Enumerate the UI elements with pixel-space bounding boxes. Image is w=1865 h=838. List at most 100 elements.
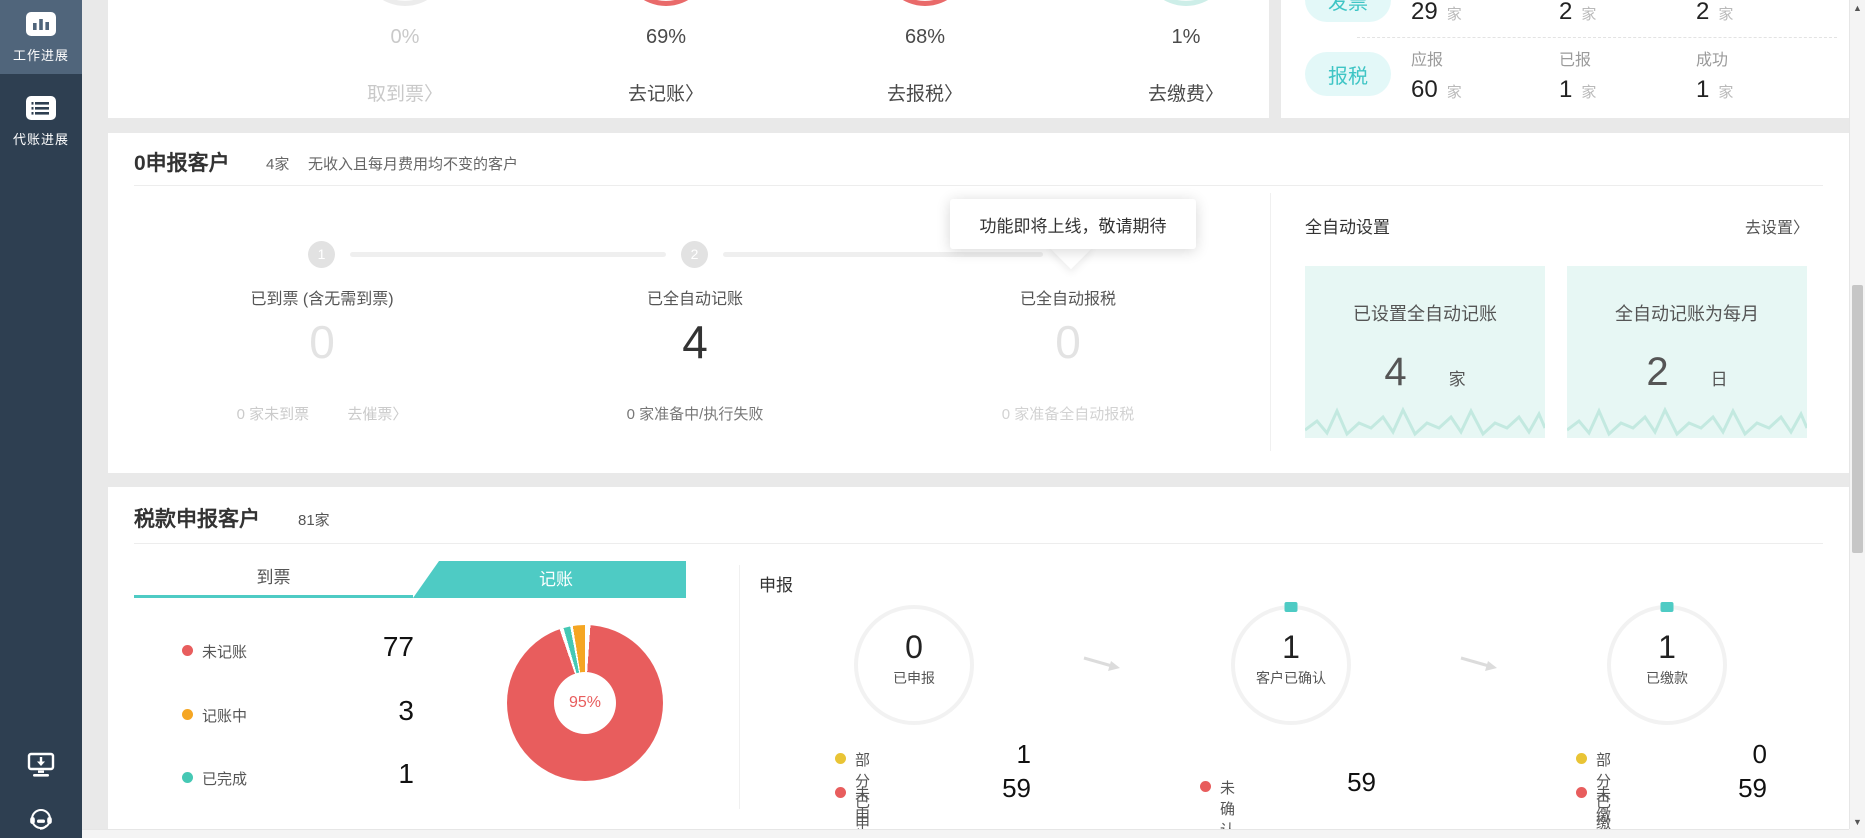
stat-tax-filing: 68% 去报税〉 bbox=[825, 0, 1025, 106]
percent-value: 69% bbox=[645, 26, 687, 48]
scroll-down-icon[interactable]: ▼ bbox=[1850, 817, 1865, 827]
cell-value: 60 bbox=[1411, 76, 1438, 103]
flow-label: 已缴款 bbox=[1646, 670, 1688, 686]
cell-value: 1 bbox=[1696, 76, 1710, 103]
urge-invoice-link[interactable]: 去催票〉 bbox=[347, 406, 407, 423]
summary-cell: 29 家 bbox=[1411, 0, 1541, 26]
legend-dot bbox=[1576, 753, 1587, 764]
go-bookkeeping-link[interactable]: 去记账〉 bbox=[628, 79, 704, 106]
section-count: 4家 bbox=[266, 156, 290, 173]
stat-fetch-invoice: 0% 取到票〉 bbox=[305, 0, 505, 106]
zero-declare-card: 0申报客户 4家 无收入且每月费用均不变的客户 1 2 功能即将上线，敬请期待 … bbox=[108, 133, 1849, 473]
summary-cell: 应报 60 家 bbox=[1411, 46, 1541, 104]
cell-unit: 家 bbox=[1581, 84, 1597, 101]
stat-bookkeeping: 69% 去记账〉 bbox=[566, 0, 766, 106]
legend-value: 0 bbox=[1752, 739, 1767, 769]
step-tick-icon bbox=[1284, 602, 1298, 612]
card-label: 已设置全自动记账 bbox=[1353, 304, 1497, 324]
stat-payment: 1% 去缴费〉 bbox=[1086, 0, 1286, 106]
summary-cell: 已报 1家 bbox=[1559, 46, 1689, 104]
step-tick-icon bbox=[1660, 602, 1674, 612]
download-client-button[interactable] bbox=[0, 752, 82, 783]
legend-label: 记账中 bbox=[202, 708, 248, 725]
panel-divider bbox=[1270, 193, 1271, 451]
invoice-tag: 发票 bbox=[1305, 0, 1391, 22]
flow-arrow-icon bbox=[1083, 656, 1120, 671]
sidebar-item-work-progress[interactable]: 工作进展 bbox=[0, 0, 82, 74]
tab-underline bbox=[134, 595, 413, 598]
legend-row-booking: 记账中 3 bbox=[174, 695, 414, 731]
step-sub: 0 家准备全自动报税 bbox=[1001, 406, 1135, 423]
card-label: 全自动记账为每月 bbox=[1615, 304, 1759, 324]
flow-circle-confirmed: 1 客户已确认 bbox=[1231, 602, 1351, 725]
step-connector bbox=[723, 252, 1043, 257]
horizontal-scrollbar[interactable] bbox=[82, 829, 1849, 838]
step-circle-2: 2 bbox=[681, 241, 708, 268]
legend-dot bbox=[1576, 787, 1587, 798]
sidebar-item-agency-progress[interactable]: 代账进展 bbox=[0, 84, 82, 158]
percent-value: 0% bbox=[390, 26, 420, 48]
customer-service-button[interactable] bbox=[0, 806, 82, 837]
section-description: 无收入且每月费用均不变的客户 bbox=[308, 156, 519, 173]
flow-arrow-icon bbox=[1460, 656, 1497, 671]
progress-ring-red bbox=[622, 0, 710, 6]
vertical-scrollbar-thumb[interactable] bbox=[1852, 285, 1863, 553]
customer-service-icon bbox=[28, 809, 54, 836]
flow-circle-declared: 0 已申报 bbox=[854, 605, 974, 725]
progress-ring-red bbox=[881, 0, 969, 6]
legend-value: 59 bbox=[1347, 767, 1376, 797]
scrollbar-corner bbox=[1849, 829, 1865, 838]
step-sub-text: 0 家未到票 bbox=[236, 406, 310, 423]
progress-ring-teal bbox=[1142, 0, 1230, 6]
flow-label: 已申报 bbox=[893, 670, 935, 686]
legend-dot bbox=[182, 645, 193, 656]
sidebar-item-label: 代账进展 bbox=[12, 132, 69, 147]
legend-value: 1 bbox=[398, 758, 414, 789]
vertical-scrollbar[interactable]: ▲ ▼ bbox=[1849, 0, 1865, 838]
cell-unit: 家 bbox=[1718, 6, 1734, 23]
step-label: 已全自动报税 bbox=[1019, 291, 1116, 308]
legend-dot bbox=[182, 772, 193, 783]
legend-value: 1 bbox=[1016, 739, 1031, 769]
legend-value: 3 bbox=[398, 695, 414, 726]
tab-arrival[interactable]: 到票 bbox=[134, 561, 413, 595]
legend-value: 77 bbox=[382, 631, 414, 662]
step-label: 已到票 (含无需到票) bbox=[250, 291, 394, 308]
card-value: 2 bbox=[1646, 350, 1669, 394]
bar-chart-icon bbox=[0, 12, 82, 41]
flow-value: 1 bbox=[1282, 629, 1300, 665]
section-count: 81家 bbox=[298, 512, 330, 529]
step-sub: 0 家未到票 去催票〉 bbox=[152, 403, 492, 424]
sidebar-item-label: 工作进展 bbox=[12, 48, 69, 63]
percent-value: 68% bbox=[904, 26, 946, 48]
legend-dot bbox=[182, 709, 193, 720]
cell-header: 成功 bbox=[1696, 52, 1729, 69]
declare-title: 申报 bbox=[759, 576, 793, 595]
legend-label: 未记账 bbox=[202, 644, 248, 661]
cell-value: 1 bbox=[1559, 76, 1573, 103]
scroll-up-icon[interactable]: ▲ bbox=[1850, 3, 1865, 13]
summary-cell: 2家 bbox=[1696, 0, 1826, 26]
go-settings-link[interactable]: 去设置〉 bbox=[1745, 214, 1809, 238]
card-unit: 家 bbox=[1448, 370, 1466, 389]
flow-circle-paid: 1 已缴款 bbox=[1607, 602, 1727, 725]
card-unit: 日 bbox=[1710, 370, 1728, 389]
legend-value: 59 bbox=[1738, 773, 1767, 803]
panel-divider bbox=[739, 565, 740, 809]
auto-settings-title: 全自动设置 bbox=[1305, 218, 1390, 237]
divider bbox=[134, 185, 1823, 186]
tax-declare-card: 税款申报客户 81家 到票 记账 未记账 77 记账中 3 已完成 1 95% … bbox=[108, 487, 1849, 838]
tax-tag: 报税 bbox=[1305, 52, 1391, 96]
go-tax-filing-link[interactable]: 去报税〉 bbox=[887, 79, 963, 106]
tab-bookkeeping[interactable]: 记账 bbox=[413, 561, 686, 598]
flow-value: 0 bbox=[905, 629, 923, 665]
fetch-invoice-link[interactable]: 取到票〉 bbox=[367, 79, 443, 106]
cell-unit: 家 bbox=[1581, 6, 1597, 23]
donut-center-label: 95% bbox=[554, 672, 616, 734]
cell-value: 2 bbox=[1559, 0, 1573, 25]
cell-unit: 家 bbox=[1446, 6, 1462, 23]
go-payment-link[interactable]: 去缴费〉 bbox=[1148, 79, 1224, 106]
legend-row-unbooked: 未记账 77 bbox=[174, 631, 414, 667]
legend-row-done: 已完成 1 bbox=[174, 758, 414, 794]
step-value: 0 bbox=[1055, 316, 1081, 368]
